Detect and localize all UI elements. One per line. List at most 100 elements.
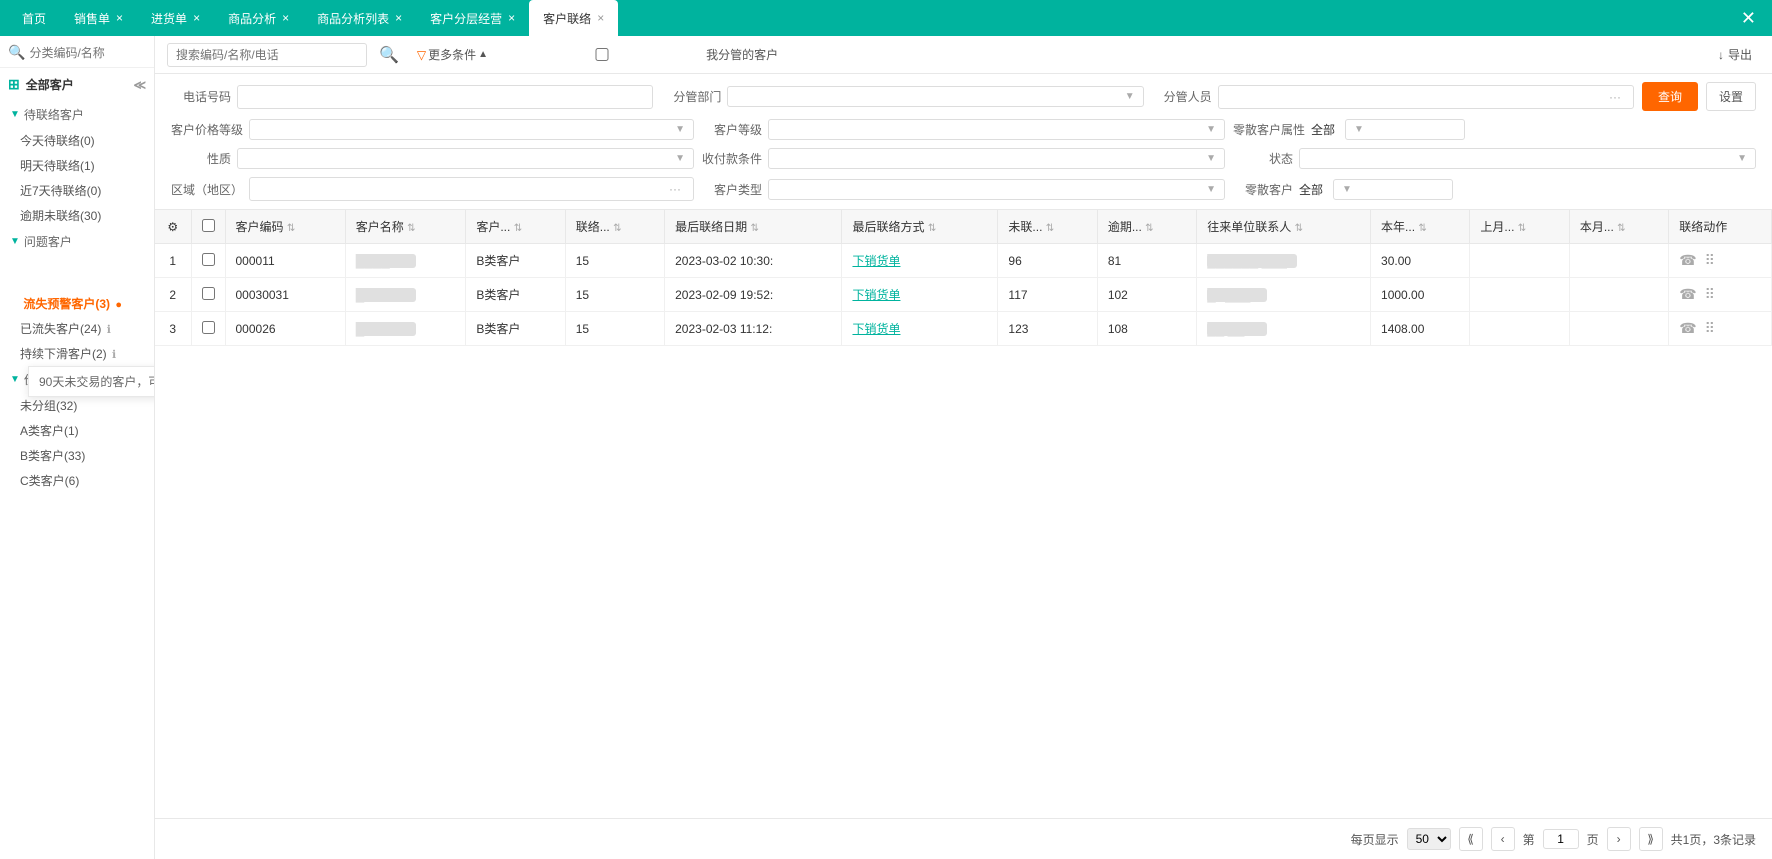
sort-this-month-icon[interactable]: ⇅ bbox=[1617, 223, 1625, 234]
sort-contact-icon[interactable]: ⇅ bbox=[613, 223, 621, 234]
zero-attr-select[interactable]: ▼ bbox=[1345, 119, 1465, 140]
action-phone-icon-3[interactable]: ☎ bbox=[1679, 320, 1696, 337]
phone-input[interactable] bbox=[237, 85, 653, 109]
th-checkbox[interactable] bbox=[191, 210, 225, 244]
price-level-select[interactable]: ▼ bbox=[249, 119, 694, 140]
person-select[interactable]: ··· bbox=[1218, 85, 1634, 109]
my-customers-checkbox[interactable]: 我分管的客户 bbox=[502, 46, 778, 63]
th-last-date[interactable]: 最后联络日期 ⇅ bbox=[665, 210, 842, 244]
person-more-icon[interactable]: ··· bbox=[1605, 90, 1625, 104]
th-this-month[interactable]: 本月... ⇅ bbox=[1569, 210, 1668, 244]
tab-analysis-close[interactable]: × bbox=[282, 11, 289, 25]
sort-date-icon[interactable]: ⇅ bbox=[750, 223, 758, 234]
sort-year-icon[interactable]: ⇅ bbox=[1418, 223, 1426, 234]
select-all-checkbox[interactable] bbox=[202, 219, 215, 232]
td-check-3[interactable] bbox=[191, 312, 225, 346]
sidebar-item-lost[interactable]: 已流失客户(24) ℹ bbox=[0, 316, 154, 341]
td-way-2[interactable]: 下销货单 bbox=[842, 278, 998, 312]
sidebar-all-customers[interactable]: ⊞ 全部客户 ≪ bbox=[0, 68, 154, 101]
zero-customer-select[interactable]: ▼ bbox=[1333, 179, 1453, 200]
status-select[interactable]: ▼ bbox=[1299, 148, 1756, 169]
sidebar-item-tomorrow[interactable]: 明天待联络(1) bbox=[0, 153, 154, 178]
action-more-icon-1[interactable]: ⠿ bbox=[1705, 252, 1715, 269]
sidebar-item-class-b[interactable]: B类客户(33) bbox=[0, 443, 154, 468]
tab-home[interactable]: 首页 bbox=[8, 0, 60, 36]
sort-way-icon[interactable]: ⇅ bbox=[928, 223, 936, 234]
export-btn[interactable]: ↓ 导出 bbox=[1710, 42, 1760, 67]
search-input[interactable] bbox=[167, 43, 367, 67]
row1-checkbox[interactable] bbox=[202, 253, 215, 266]
td-check-2[interactable] bbox=[191, 278, 225, 312]
sidebar-search-input[interactable] bbox=[29, 46, 155, 60]
sort-name-icon[interactable]: ⇅ bbox=[407, 223, 415, 234]
sidebar-item-today[interactable]: 今天待联络(0) bbox=[0, 128, 154, 153]
window-close-btn[interactable]: ✕ bbox=[1733, 8, 1764, 29]
action-more-icon-3[interactable]: ⠿ bbox=[1705, 320, 1715, 337]
th-no-contact[interactable]: 未联... ⇅ bbox=[998, 210, 1097, 244]
tab-customer-contact-close[interactable]: × bbox=[597, 11, 604, 25]
action-phone-icon-1[interactable]: ☎ bbox=[1679, 252, 1696, 269]
tab-customer-tier[interactable]: 客户分层经营 × bbox=[416, 0, 529, 36]
row3-checkbox[interactable] bbox=[202, 321, 215, 334]
sidebar-item-declining[interactable]: 持续下滑客户(2) ℹ bbox=[0, 341, 154, 366]
next-page-btn[interactable]: › bbox=[1607, 827, 1631, 851]
contact-way-link-3[interactable]: 下销货单 bbox=[852, 322, 900, 336]
last-page-btn[interactable]: ⟫ bbox=[1639, 827, 1663, 851]
contact-way-link-1[interactable]: 下销货单 bbox=[852, 254, 900, 268]
sidebar-item-loss-warning[interactable]: 流失预警客户(3) ● bbox=[0, 291, 154, 316]
query-button[interactable]: 查询 bbox=[1642, 82, 1698, 111]
sidebar-item-class-c[interactable]: C类客户(6) bbox=[0, 468, 154, 493]
tab-customer-contact[interactable]: 客户联络 × bbox=[529, 0, 618, 36]
payment-select[interactable]: ▼ bbox=[768, 148, 1225, 169]
action-more-icon-2[interactable]: ⠿ bbox=[1705, 286, 1715, 303]
sort-no-contact-icon[interactable]: ⇅ bbox=[1046, 223, 1054, 234]
filter-search-button[interactable]: 🔍 bbox=[375, 43, 403, 67]
per-page-select[interactable]: 50 bbox=[1407, 828, 1451, 850]
tab-sales[interactable]: 销售单 × bbox=[60, 0, 137, 36]
sort-unit-icon[interactable]: ⇅ bbox=[1295, 223, 1303, 234]
td-way-1[interactable]: 下销货单 bbox=[842, 244, 998, 278]
th-settings[interactable]: ⚙ bbox=[155, 210, 191, 244]
sort-overdue-icon[interactable]: ⇅ bbox=[1145, 223, 1153, 234]
th-last-way[interactable]: 最后联络方式 ⇅ bbox=[842, 210, 998, 244]
tab-analysis-list-close[interactable]: × bbox=[395, 11, 402, 25]
action-phone-icon-2[interactable]: ☎ bbox=[1679, 286, 1696, 303]
tab-analysis[interactable]: 商品分析 × bbox=[214, 0, 303, 36]
tab-customer-tier-close[interactable]: × bbox=[508, 11, 515, 25]
more-conditions-btn[interactable]: ▽ 更多条件 ▲ bbox=[411, 42, 494, 67]
sidebar-item-7days[interactable]: 近7天待联络(0) bbox=[0, 178, 154, 203]
tab-analysis-list[interactable]: 商品分析列表 × bbox=[303, 0, 416, 36]
sort-code-icon[interactable]: ⇅ bbox=[287, 223, 295, 234]
th-contact[interactable]: 联络... ⇅ bbox=[565, 210, 664, 244]
th-unit-contact[interactable]: 往来单位联系人 ⇅ bbox=[1197, 210, 1371, 244]
th-type[interactable]: 客户... ⇅ bbox=[466, 210, 565, 244]
sidebar-item-class-a[interactable]: A类客户(1) bbox=[0, 418, 154, 443]
dept-select[interactable]: ▼ bbox=[727, 86, 1143, 107]
sidebar-item-overdue[interactable]: 逾期未联络(30) bbox=[0, 203, 154, 228]
sort-last-month-icon[interactable]: ⇅ bbox=[1518, 223, 1526, 234]
region-more-icon[interactable]: ··· bbox=[665, 182, 685, 196]
sidebar-group-problem-title[interactable]: ▼ 问题客户 bbox=[0, 228, 154, 255]
row2-checkbox[interactable] bbox=[202, 287, 215, 300]
th-last-month[interactable]: 上月... ⇅ bbox=[1470, 210, 1569, 244]
region-select[interactable]: ··· bbox=[249, 177, 694, 201]
td-check-1[interactable] bbox=[191, 244, 225, 278]
settings-button[interactable]: 设置 bbox=[1706, 82, 1756, 111]
tab-purchase-close[interactable]: × bbox=[193, 11, 200, 25]
sidebar-search-icon[interactable]: 🔍 bbox=[8, 44, 25, 61]
customer-type-select[interactable]: ▼ bbox=[768, 179, 1225, 200]
collapse-icon[interactable]: ≪ bbox=[133, 78, 146, 92]
nature-select[interactable]: ▼ bbox=[237, 148, 694, 169]
contact-way-link-2[interactable]: 下销货单 bbox=[852, 288, 900, 302]
th-overdue[interactable]: 逾期... ⇅ bbox=[1097, 210, 1196, 244]
prev-page-btn[interactable]: ‹ bbox=[1491, 827, 1515, 851]
customer-level-select[interactable]: ▼ bbox=[768, 119, 1225, 140]
th-this-year[interactable]: 本年... ⇅ bbox=[1371, 210, 1470, 244]
my-customers-check[interactable] bbox=[502, 48, 702, 61]
page-number-input[interactable] bbox=[1543, 829, 1579, 849]
sort-type-icon[interactable]: ⇅ bbox=[514, 223, 522, 234]
td-way-3[interactable]: 下销货单 bbox=[842, 312, 998, 346]
th-name[interactable]: 客户名称 ⇅ bbox=[345, 210, 466, 244]
sidebar-group-pending-title[interactable]: ▼ 待联络客户 bbox=[0, 101, 154, 128]
th-code[interactable]: 客户编码 ⇅ bbox=[225, 210, 345, 244]
